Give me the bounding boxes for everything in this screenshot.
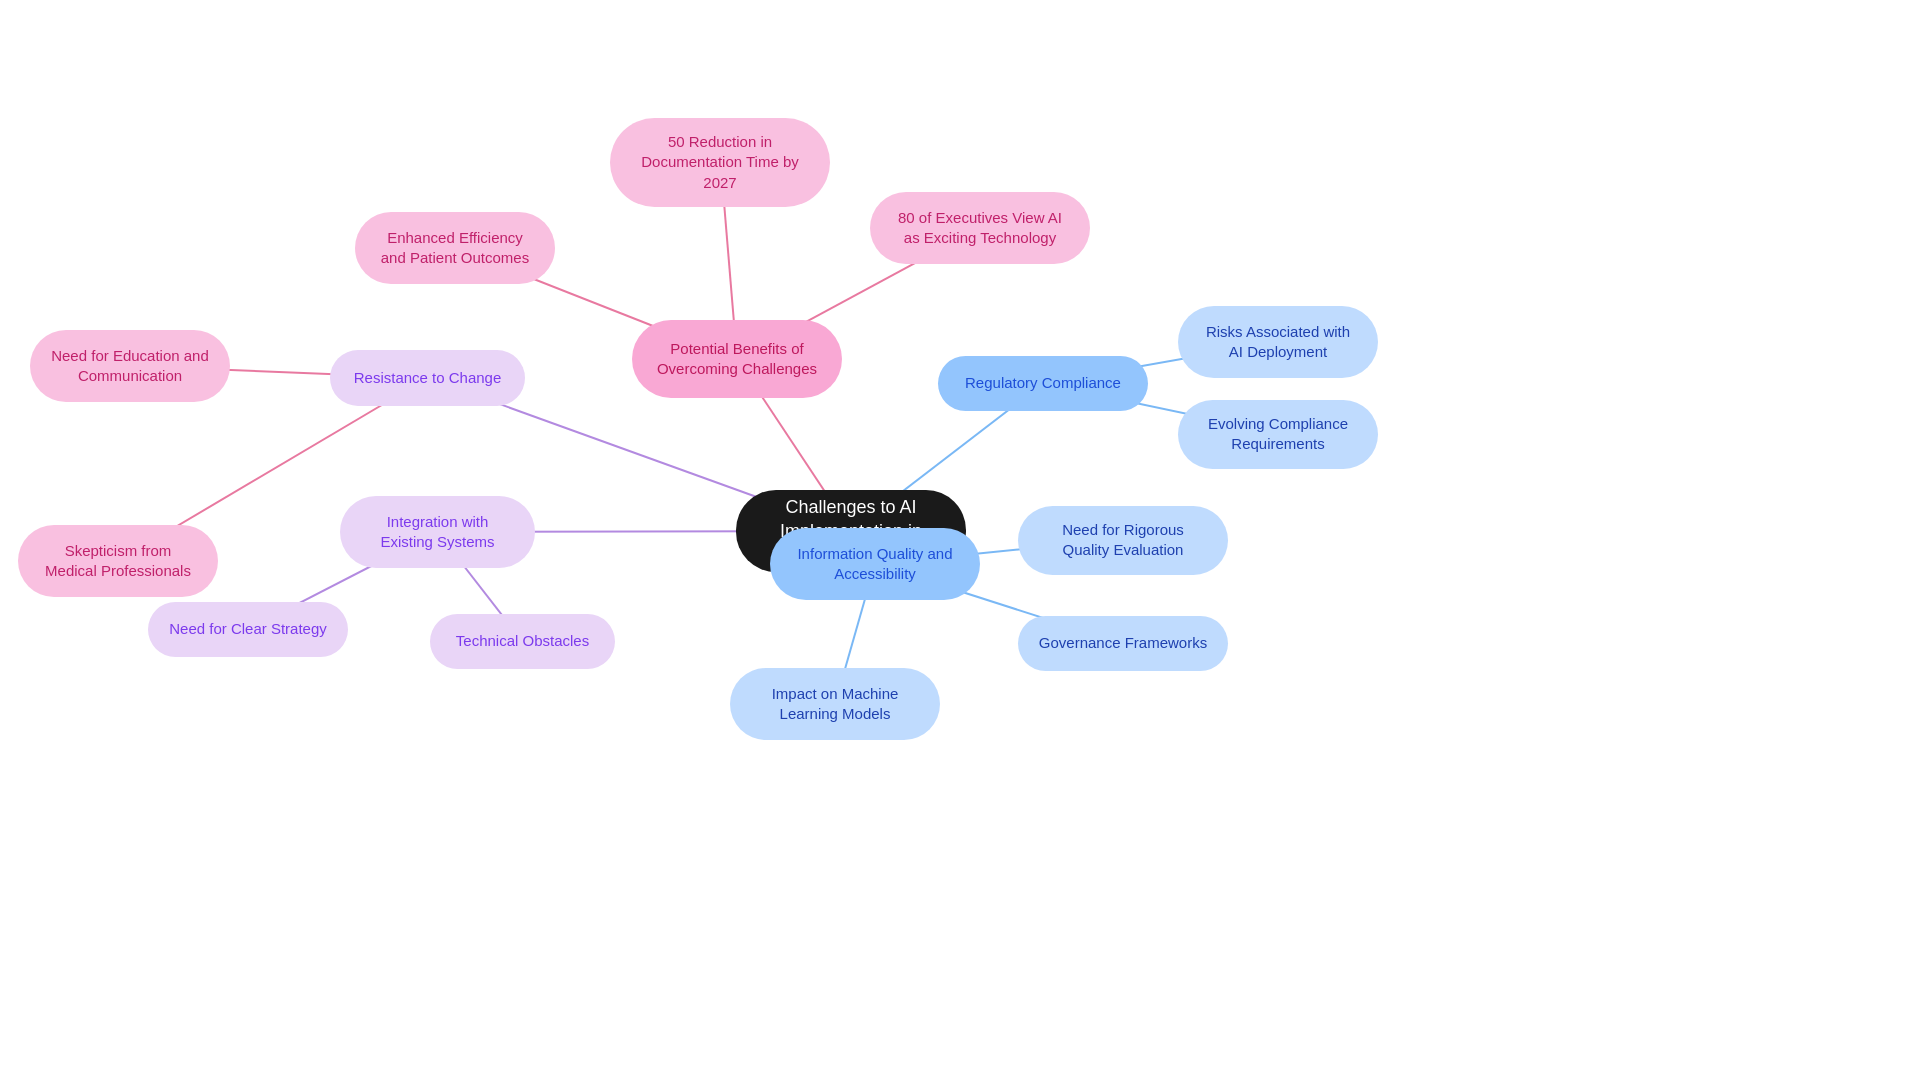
node-potential_benefits: Potential Benefits of Overcoming Challen… — [632, 320, 842, 398]
node-resistance: Resistance to Change — [330, 350, 525, 406]
node-risks: Risks Associated with AI Deployment — [1178, 306, 1378, 378]
node-regulatory: Regulatory Compliance — [938, 356, 1148, 411]
node-info_quality: Information Quality and Accessibility — [770, 528, 980, 600]
node-skepticism: Skepticism from Medical Professionals — [18, 525, 218, 597]
node-need_education: Need for Education and Communication — [30, 330, 230, 402]
node-enhanced_efficiency: Enhanced Efficiency and Patient Outcomes — [355, 212, 555, 284]
node-executives: 80 of Executives View AI as Exciting Tec… — [870, 192, 1090, 264]
node-reduction: 50 Reduction in Documentation Time by 20… — [610, 118, 830, 207]
node-evolving_compliance: Evolving Compliance Requirements — [1178, 400, 1378, 469]
node-technical_obstacles: Technical Obstacles — [430, 614, 615, 669]
node-clear_strategy: Need for Clear Strategy — [148, 602, 348, 657]
node-ml_models: Impact on Machine Learning Models — [730, 668, 940, 740]
node-integration: Integration with Existing Systems — [340, 496, 535, 568]
node-quality_eval: Need for Rigorous Quality Evaluation — [1018, 506, 1228, 575]
mindmap-container: Challenges to AI Implementation in Healt… — [0, 0, 1920, 1083]
node-governance: Governance Frameworks — [1018, 616, 1228, 671]
